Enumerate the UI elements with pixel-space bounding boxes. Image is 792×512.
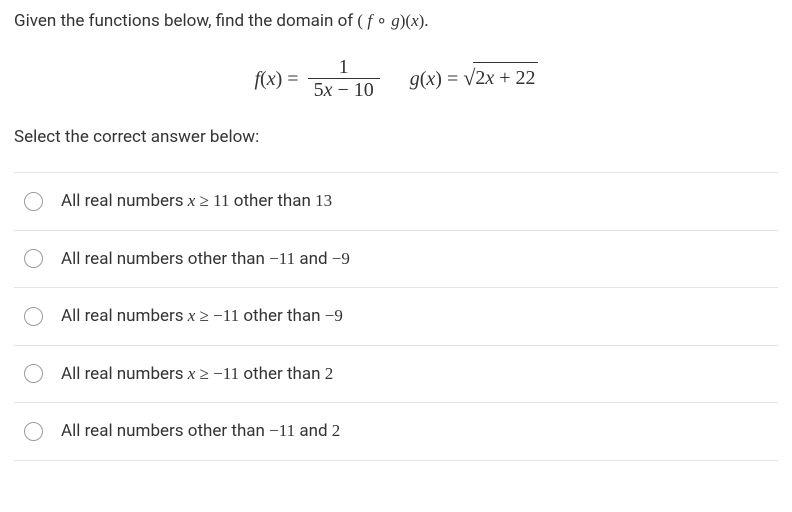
- question-target: ( f ∘ g)(x).: [357, 11, 428, 30]
- function-definitions: f(x) = 1 5x − 10 g(x) = √ 2x + 22: [14, 57, 778, 101]
- option-label: All real numbers x ≥ 11 other than 13: [61, 188, 332, 215]
- options-list: All real numbers x ≥ 11 other than 13 Al…: [14, 172, 778, 461]
- option-1[interactable]: All real numbers x ≥ 11 other than 13: [14, 173, 778, 231]
- instruction-text: Select the correct answer below:: [14, 125, 778, 151]
- question-text: Given the functions below, find the doma…: [14, 8, 778, 35]
- fraction-numerator: 1: [333, 57, 355, 78]
- radio-icon: [24, 192, 43, 211]
- option-5[interactable]: All real numbers other than −11 and 2: [14, 403, 778, 461]
- radio-icon: [24, 422, 43, 441]
- option-3[interactable]: All real numbers x ≥ −11 other than −9: [14, 288, 778, 346]
- option-label: All real numbers x ≥ −11 other than −9: [61, 303, 343, 330]
- option-label: All real numbers other than −11 and −9: [61, 246, 350, 273]
- option-label: All real numbers other than −11 and 2: [61, 418, 340, 445]
- question-lead: Given the functions below, find the doma…: [14, 11, 357, 31]
- radio-icon: [24, 307, 43, 326]
- option-2[interactable]: All real numbers other than −11 and −9: [14, 231, 778, 289]
- fraction: 1 5x − 10: [308, 57, 380, 101]
- radicand: 2x + 22: [473, 62, 537, 93]
- radio-icon: [24, 249, 43, 268]
- option-label: All real numbers x ≥ −11 other than 2: [61, 361, 333, 388]
- fraction-denominator: 5x − 10: [308, 78, 380, 101]
- g-definition: g(x) = √ 2x + 22: [410, 62, 538, 95]
- radical-icon: √: [463, 61, 475, 94]
- option-4[interactable]: All real numbers x ≥ −11 other than 2: [14, 346, 778, 404]
- square-root: √ 2x + 22: [463, 62, 537, 95]
- radio-icon: [24, 364, 43, 383]
- f-definition: f(x) = 1 5x − 10: [254, 57, 383, 101]
